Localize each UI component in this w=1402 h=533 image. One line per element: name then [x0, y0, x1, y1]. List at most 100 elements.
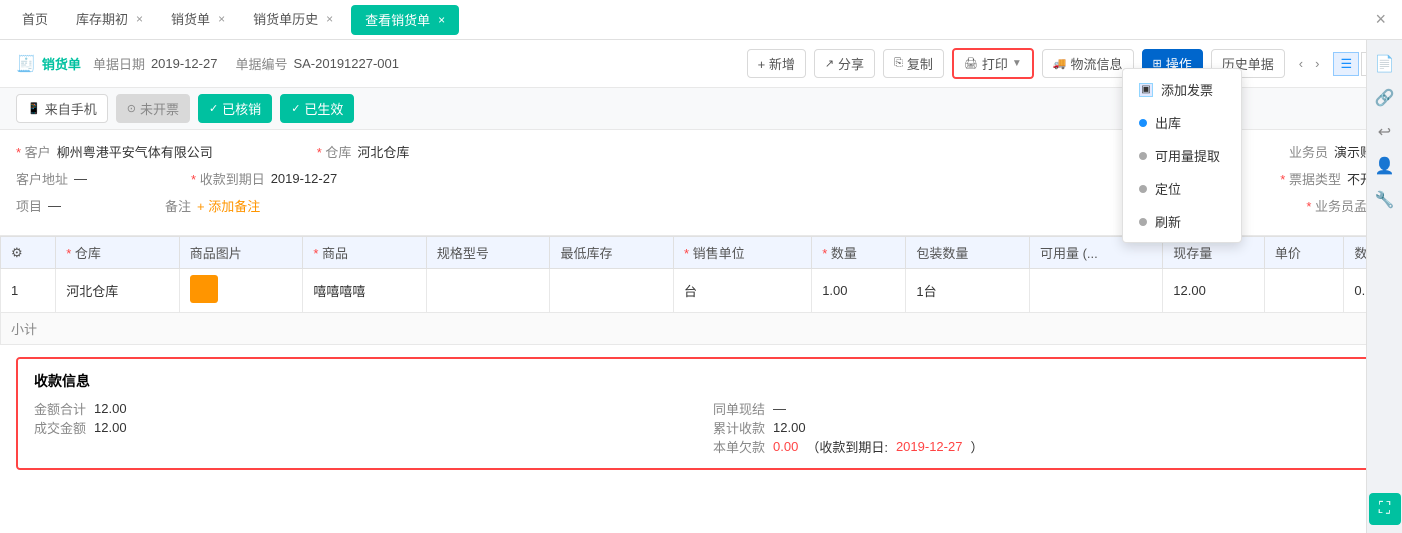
invoice-type-label: 票据类型 — [1280, 169, 1341, 188]
dropdown-refresh[interactable]: 刷新 — [1123, 205, 1241, 238]
payment-info-section: 收款信息 金额合计 12.00 成交金额 12.00 同单现结 — 累计收款 — [16, 357, 1386, 470]
balance-label: 本单欠款 — [713, 437, 765, 456]
add-note-btn[interactable]: + 添加备注 — [197, 196, 260, 215]
product-image — [190, 275, 218, 303]
doc-type-title: 🧾 销货单 — [16, 54, 81, 74]
address-field: 客户地址 — — [16, 169, 87, 188]
tab-sales-order[interactable]: 销货单 × — [157, 0, 239, 40]
tab-bar: 首页 库存期初 × 销货单 × 销货单历史 × 查看销货单 × × — [0, 0, 1402, 40]
col-pack-qty: 包装数量 — [906, 237, 1030, 269]
col-settings[interactable]: ⚙ — [1, 237, 56, 269]
outbound-icon — [1139, 119, 1147, 127]
dropdown-locate[interactable]: 定位 — [1123, 172, 1241, 205]
subtotal-row: 小计 — [1, 313, 1402, 345]
table-row: 1 河北仓库 嘻嘻嘻嘻 台 1.00 1台 12.00 0. — [1, 269, 1402, 313]
col-warehouse: * 仓库 — [56, 237, 180, 269]
sidebar-icon-1[interactable]: 📄 — [1369, 48, 1401, 80]
cell-available — [1029, 269, 1162, 313]
warehouse-value: 河北仓库 — [357, 142, 409, 161]
address-value: — — [74, 171, 87, 186]
tab-view-sales-close[interactable]: × — [438, 13, 445, 27]
tab-inventory-init[interactable]: 库存期初 × — [62, 0, 157, 40]
payment-left-col: 金额合计 12.00 成交金额 12.00 — [34, 399, 689, 456]
deal-amount-label: 成交金额 — [34, 418, 86, 437]
cell-quantity: 1.00 — [812, 269, 906, 313]
payment-info-title: 收款信息 — [34, 371, 1368, 391]
balance-value: 0.00 — [773, 439, 798, 454]
locate-icon — [1139, 185, 1147, 193]
cell-product: 嘻嘻嘻嘻 — [303, 269, 427, 313]
cell-unit-price — [1264, 269, 1344, 313]
balance-row: 本单欠款 0.00 （收款到期日: 2019-12-27 ） — [713, 437, 1368, 456]
note-field: 备注 + 添加备注 — [165, 196, 260, 215]
col-quantity: * 数量 — [812, 237, 906, 269]
sidebar-icon-3[interactable]: ↩ — [1369, 116, 1401, 148]
doc-type-icon: 🧾 — [16, 54, 36, 74]
doc-type-label: 销货单 — [42, 54, 81, 73]
refresh-icon — [1139, 218, 1147, 226]
cell-min-stock — [550, 269, 674, 313]
col-unit-price: 单价 — [1264, 237, 1344, 269]
outbound-label: 出库 — [1155, 113, 1181, 132]
same-order-row: 同单现结 — — [713, 399, 1368, 418]
sidebar-icon-expand[interactable]: ⛶ — [1369, 493, 1401, 525]
cell-current-stock: 12.00 — [1163, 269, 1265, 313]
check1-btn[interactable]: ✓ 已核销 — [198, 94, 272, 123]
logistics-button[interactable]: 🚚 物流信息 — [1042, 49, 1134, 78]
tab-sales-history[interactable]: 销货单历史 × — [239, 0, 347, 40]
same-order-label: 同单现结 — [713, 399, 765, 418]
tab-home[interactable]: 首页 — [8, 0, 62, 40]
address-label: 客户地址 — [16, 169, 68, 188]
total-value: 12.00 — [94, 401, 127, 416]
check2-btn[interactable]: ✓ 已生效 — [280, 94, 354, 123]
col-min-stock: 最低库存 — [550, 237, 674, 269]
dropdown-available-qty[interactable]: 可用量提取 — [1123, 139, 1241, 172]
col-sales-unit: * 销售单位 — [673, 237, 811, 269]
doc-no-field: 单据编号 SA-20191227-001 — [235, 54, 399, 73]
new-button[interactable]: + 新增 — [747, 49, 806, 78]
tab-bar-close-btn[interactable]: × — [1367, 9, 1394, 30]
not-opened-btn[interactable]: ⊙ 未开票 — [116, 94, 190, 123]
tab-sales-history-close[interactable]: × — [326, 12, 333, 26]
add-invoice-icon: ▣ — [1139, 83, 1153, 97]
sidebar-icon-5[interactable]: 🔧 — [1369, 184, 1401, 216]
tab-view-sales[interactable]: 查看销货单 × — [351, 5, 459, 35]
sidebar-icon-4[interactable]: 👤 — [1369, 150, 1401, 182]
doc-date-label: 单据日期 — [93, 54, 145, 73]
copy-button[interactable]: ⎘ 复制 — [883, 49, 944, 78]
share-button[interactable]: ↗ 分享 — [814, 49, 875, 78]
col-spec: 规格型号 — [426, 237, 550, 269]
total-label: 金额合计 — [34, 399, 86, 418]
dropdown-add-invoice[interactable]: ▣ 添加发票 — [1123, 73, 1241, 106]
cell-pack-qty: 1台 — [906, 269, 1030, 313]
doc-no-label: 单据编号 — [235, 54, 287, 73]
right-sidebar: 📄 🔗 ↩ 👤 🔧 ⛶ — [1366, 40, 1402, 533]
doc-no-value: SA-20191227-001 — [293, 56, 399, 71]
cumulative-row: 累计收款 12.00 — [713, 418, 1368, 437]
view-list-btn[interactable]: ☰ — [1333, 52, 1359, 76]
project-value: — — [48, 198, 61, 213]
nav-next-btn[interactable]: › — [1309, 54, 1325, 73]
warehouse-label: 仓库 — [317, 142, 352, 161]
doc-date-field: 单据日期 2019-12-27 — [93, 54, 218, 73]
cell-warehouse: 河北仓库 — [56, 269, 180, 313]
note-label: 备注 — [165, 196, 191, 215]
balance-suffix: ） — [970, 437, 983, 456]
sidebar-icon-2[interactable]: 🔗 — [1369, 82, 1401, 114]
print-button[interactable]: 🖨 打印 ▼ — [952, 48, 1034, 79]
from-mobile-btn[interactable]: 📱 来自手机 — [16, 94, 108, 123]
nav-prev-btn[interactable]: ‹ — [1293, 54, 1309, 73]
cell-sales-unit: 台 — [673, 269, 811, 313]
tab-inventory-init-close[interactable]: × — [136, 12, 143, 26]
customer-value: 柳州粤港平安气体有限公司 — [57, 142, 213, 161]
project-field: 项目 — — [16, 196, 61, 215]
payment-date-label: 收款到期日 — [191, 169, 265, 188]
tab-sales-order-close[interactable]: × — [218, 12, 225, 26]
warehouse-field: 仓库 河北仓库 — [317, 142, 410, 161]
table-section: ⚙ * 仓库 商品图片 * 商品 规格型号 最低库存 * 销售单位 * 数量 包… — [0, 236, 1402, 345]
cumulative-value: 12.00 — [773, 420, 806, 435]
deal-amount-row: 成交金额 12.00 — [34, 418, 689, 437]
customer-label: 客户 — [16, 142, 51, 161]
dropdown-outbound[interactable]: 出库 — [1123, 106, 1241, 139]
locate-label: 定位 — [1155, 179, 1181, 198]
